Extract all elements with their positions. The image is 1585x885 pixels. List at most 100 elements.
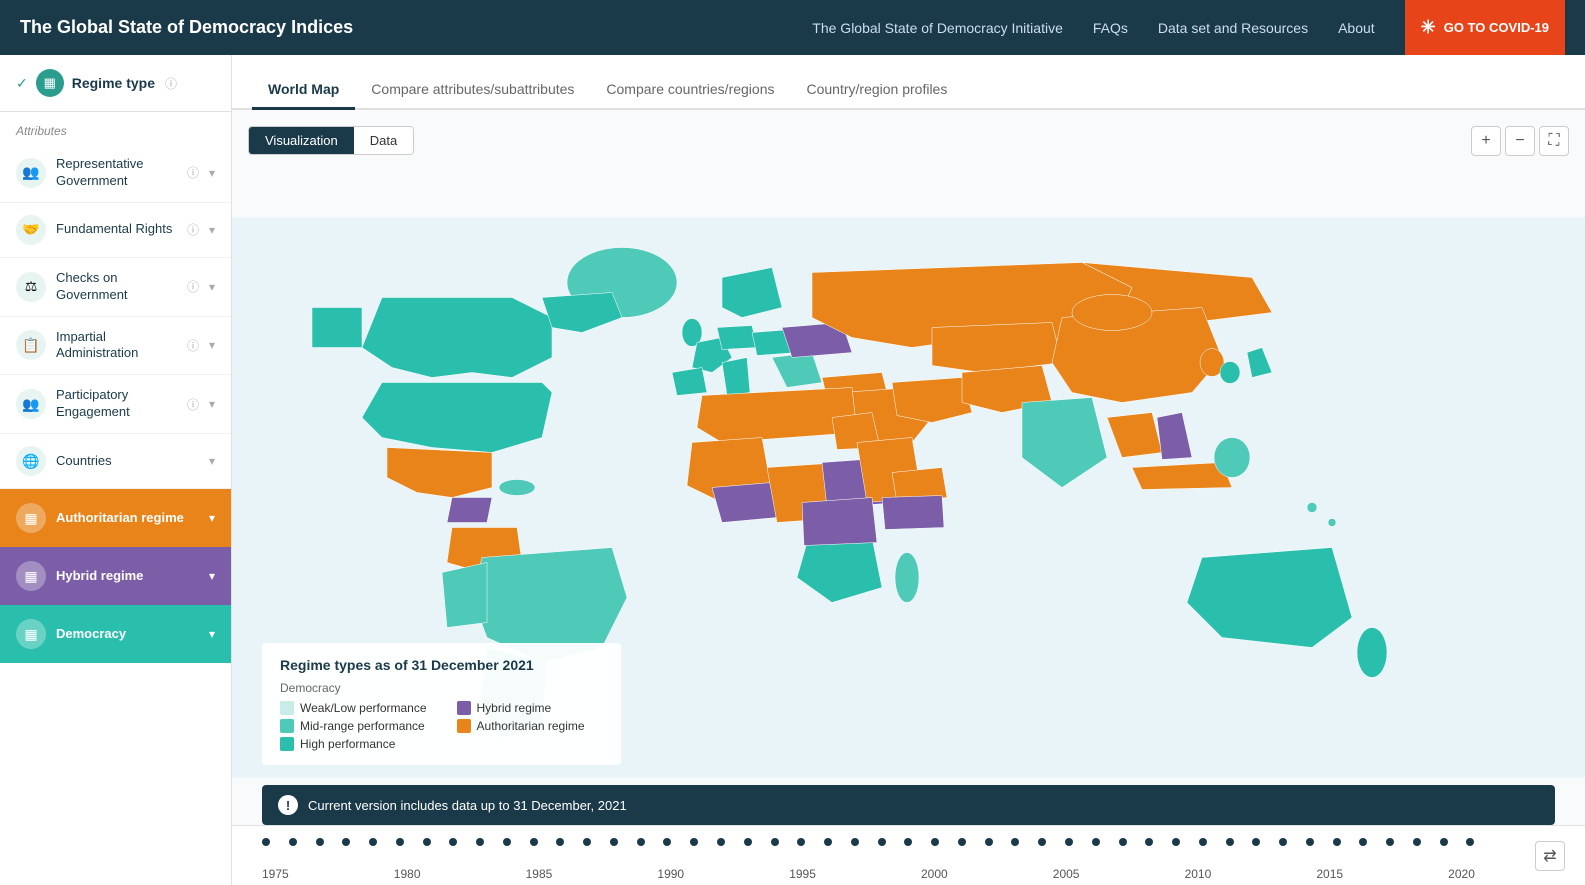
timeline-dot-28[interactable] [1011, 838, 1019, 846]
data-button[interactable]: Data [354, 127, 413, 154]
timeline-dot-9[interactable] [503, 838, 511, 846]
timeline-dot-35[interactable] [1199, 838, 1207, 846]
timeline-dot-20[interactable] [797, 838, 805, 846]
timeline-dot-33[interactable] [1145, 838, 1153, 846]
legend-grid: Weak/Low performance Hybrid regime Mid-r… [280, 701, 603, 751]
nav-item-faqs[interactable]: FAQs [1093, 20, 1128, 36]
timeline-dot-38[interactable] [1279, 838, 1287, 846]
timeline-dot-24[interactable] [904, 838, 912, 846]
timeline-year-2000: 2000 [921, 867, 948, 881]
sidebar-regime-type[interactable]: ✓ ▦ Regime type ⓘ [0, 55, 231, 112]
legend: Regime types as of 31 December 2021 Demo… [262, 643, 621, 765]
timeline-dot-12[interactable] [583, 838, 591, 846]
header: The Global State of Democracy Indices Th… [0, 0, 1585, 55]
timeline-dot-30[interactable] [1065, 838, 1073, 846]
timeline-dot-16[interactable] [690, 838, 698, 846]
legend-item-mid: Mid-range performance [280, 719, 427, 733]
covid-button[interactable]: ✳ GO TO COVID-19 [1405, 0, 1565, 55]
tab-world-map[interactable]: World Map [252, 71, 355, 110]
legend-item-weak: Weak/Low performance [280, 701, 427, 715]
timeline-year-2005: 2005 [1053, 867, 1080, 881]
app-title: The Global State of Democracy Indices [20, 17, 353, 38]
timeline-dot-14[interactable] [637, 838, 645, 846]
sidebar-item-checks-government[interactable]: ⚖ Checks on Government ⓘ ▾ [0, 258, 231, 317]
fundamental-rights-icon: 🤝 [16, 215, 46, 245]
timeline-dot-27[interactable] [985, 838, 993, 846]
timeline-dot-11[interactable] [556, 838, 564, 846]
attributes-label: Attributes [0, 112, 231, 144]
checks-govt-arrow: ▾ [209, 280, 215, 294]
visualization-button[interactable]: Visualization [249, 127, 354, 154]
representative-govt-icon: 👥 [16, 158, 46, 188]
header-nav: The Global State of Democracy Initiative… [812, 0, 1565, 55]
covid-label: GO TO COVID-19 [1444, 20, 1549, 35]
legend-swatch-authoritarian [457, 719, 471, 733]
timeline-year-2010: 2010 [1185, 867, 1212, 881]
sidebar-section-hybrid[interactable]: ▦ Hybrid regime ▾ [0, 547, 231, 605]
info-bar-text: Current version includes data up to 31 D… [308, 798, 627, 813]
impartial-admin-arrow: ▾ [209, 338, 215, 352]
timeline-dot-43[interactable] [1413, 838, 1421, 846]
timeline-dot-10[interactable] [530, 838, 538, 846]
democracy-arrow: ▾ [209, 627, 215, 641]
timeline-dot-29[interactable] [1038, 838, 1046, 846]
timeline-dot-25[interactable] [931, 838, 939, 846]
timeline-dot-18[interactable] [744, 838, 752, 846]
zoom-in-button[interactable]: + [1471, 126, 1501, 156]
sidebar-section-authoritarian[interactable]: ▦ Authoritarian regime ▾ [0, 489, 231, 547]
timeline-dot-0[interactable] [262, 838, 270, 846]
zoom-out-button[interactable]: − [1505, 126, 1535, 156]
participatory-icon: 👥 [16, 389, 46, 419]
timeline-dot-39[interactable] [1306, 838, 1314, 846]
legend-label-mid: Mid-range performance [300, 719, 425, 733]
timeline-dot-44[interactable] [1440, 838, 1448, 846]
timeline-dot-1[interactable] [289, 838, 297, 846]
timeline-dot-32[interactable] [1119, 838, 1127, 846]
sidebar-section-democracy[interactable]: ▦ Democracy ▾ [0, 605, 231, 663]
timeline-dot-45[interactable] [1466, 838, 1474, 846]
timeline-dot-4[interactable] [369, 838, 377, 846]
sidebar-item-participatory-engagement[interactable]: 👥 Participatory Engagement ⓘ ▾ [0, 375, 231, 434]
legend-label-high: High performance [300, 737, 395, 751]
timeline-dot-13[interactable] [610, 838, 618, 846]
timeline-labels: 1975 1980 1985 1990 1995 2000 2005 2010 … [252, 867, 1485, 881]
timeline-dot-22[interactable] [851, 838, 859, 846]
sidebar-item-representative-government[interactable]: 👥 Representative Government ⓘ ▾ [0, 144, 231, 203]
timeline-dot-42[interactable] [1386, 838, 1394, 846]
timeline-dot-23[interactable] [878, 838, 886, 846]
sidebar-item-fundamental-rights[interactable]: 🤝 Fundamental Rights ⓘ ▾ [0, 203, 231, 258]
timeline-dot-41[interactable] [1359, 838, 1367, 846]
nav-item-about[interactable]: About [1338, 20, 1375, 36]
tab-country-profiles[interactable]: Country/region profiles [791, 71, 964, 110]
timeline-dot-40[interactable] [1333, 838, 1341, 846]
participatory-arrow: ▾ [209, 397, 215, 411]
timeline-dot-17[interactable] [717, 838, 725, 846]
timeline-dot-37[interactable] [1252, 838, 1260, 846]
timeline-dot-6[interactable] [423, 838, 431, 846]
timeline-dot-34[interactable] [1172, 838, 1180, 846]
fullscreen-button[interactable]: ⛶ [1539, 126, 1569, 156]
timeline-year-1995: 1995 [789, 867, 816, 881]
timeline-dot-26[interactable] [958, 838, 966, 846]
sidebar-item-impartial-administration[interactable]: 📋 Impartial Administration ⓘ ▾ [0, 317, 231, 376]
timeline-dot-2[interactable] [316, 838, 324, 846]
timeline-dot-36[interactable] [1226, 838, 1234, 846]
timeline-dot-8[interactable] [476, 838, 484, 846]
timeline-nav-button[interactable]: ⇄ [1535, 841, 1565, 871]
nav-item-dataset[interactable]: Data set and Resources [1158, 20, 1308, 36]
nav-item-initiative[interactable]: The Global State of Democracy Initiative [812, 20, 1063, 36]
timeline-dot-5[interactable] [396, 838, 404, 846]
sidebar-item-countries[interactable]: 🌐 Countries ▾ [0, 434, 231, 489]
timeline-dot-19[interactable] [771, 838, 779, 846]
timeline-dot-31[interactable] [1092, 838, 1100, 846]
timeline-dot-3[interactable] [342, 838, 350, 846]
world-map [232, 110, 1585, 885]
authoritarian-arrow: ▾ [209, 511, 215, 525]
timeline-dot-7[interactable] [449, 838, 457, 846]
main-layout: ✓ ▦ Regime type ⓘ Attributes 👥 Represent… [0, 55, 1585, 885]
tab-compare-countries[interactable]: Compare countries/regions [590, 71, 790, 110]
timeline-dot-15[interactable] [663, 838, 671, 846]
timeline-dot-21[interactable] [824, 838, 832, 846]
representative-govt-label: Representative Government [56, 156, 175, 190]
tab-compare-attributes[interactable]: Compare attributes/subattributes [355, 71, 590, 110]
